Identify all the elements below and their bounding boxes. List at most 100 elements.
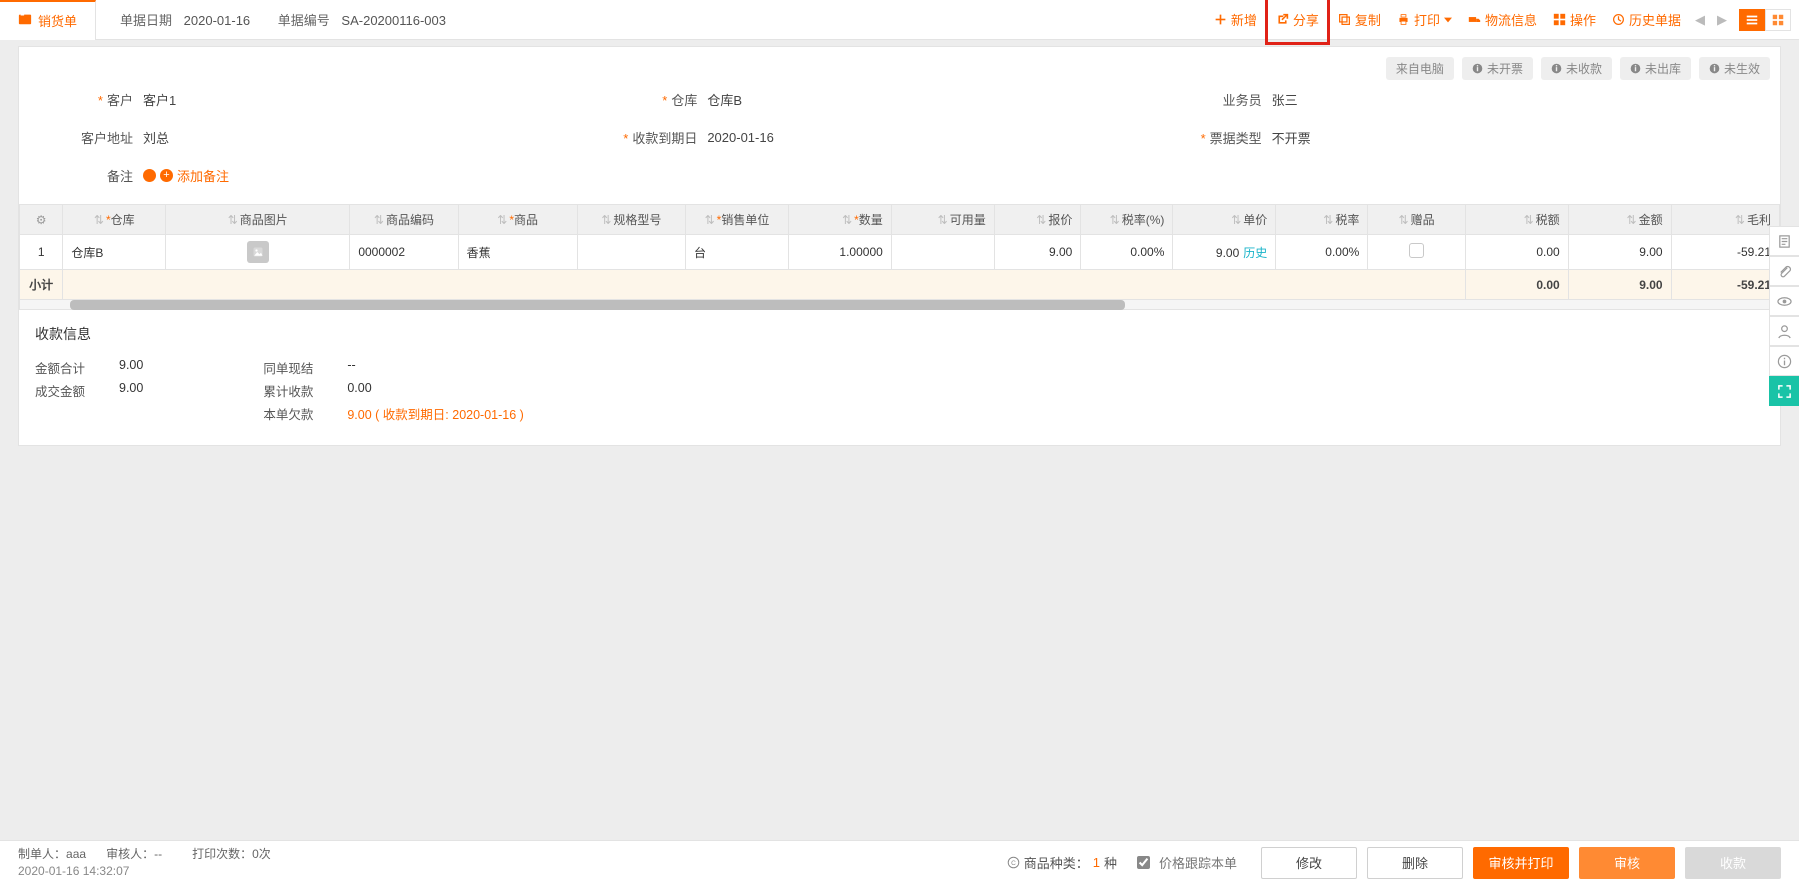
col-profit[interactable]: ⇅毛利 [1671, 205, 1779, 235]
col-product[interactable]: ⇅*商品 [458, 205, 577, 235]
acc-label: 累计收款 [263, 381, 333, 400]
history-button[interactable]: 历史单据 [1604, 0, 1689, 40]
invoice-type-label: 票据类型 [1182, 128, 1262, 147]
footer-bar: 制单人：aaa 审核人：-- 打印次数：0次 2020-01-16 14:32:… [0, 840, 1799, 884]
price-follow-checkbox[interactable]: 价格跟踪本单 [1133, 853, 1237, 872]
receive-button[interactable]: 收款 [1685, 847, 1781, 879]
cell-tax-amount: 0.00 [1465, 235, 1568, 270]
col-gear[interactable]: ⚙ [20, 205, 63, 235]
invoice-type-value: 不开票 [1272, 128, 1311, 147]
chevron-down-icon [1444, 17, 1452, 23]
col-qty[interactable]: ⇅*数量 [788, 205, 891, 235]
col-gift[interactable]: ⇅赠品 [1368, 205, 1465, 235]
col-quote[interactable]: ⇅报价 [994, 205, 1081, 235]
view-toggle [1739, 9, 1791, 31]
gift-checkbox[interactable] [1409, 243, 1424, 258]
cash-value: -- [347, 358, 355, 377]
logistics-button[interactable]: 物流信息 [1460, 0, 1545, 40]
operations-icon [1553, 13, 1566, 26]
share-button[interactable]: 分享 [1268, 0, 1327, 40]
cell-quote: 9.00 [994, 235, 1081, 270]
col-price[interactable]: ⇅单价 [1173, 205, 1276, 235]
add-remark-button[interactable]: + 添加备注 [143, 166, 229, 185]
plus-circle-icon: + [160, 169, 173, 182]
addr-value: 刘总 [143, 128, 169, 147]
col-amount[interactable]: ⇅金额 [1568, 205, 1671, 235]
warehouse-value: 仓库B [707, 90, 742, 109]
rail-attach-button[interactable] [1769, 256, 1799, 286]
active-tab[interactable]: 销货单 [0, 0, 96, 40]
col-rate[interactable]: ⇅税率(%) [1081, 205, 1173, 235]
warehouse-label: 仓库 [617, 90, 697, 109]
view-card-button[interactable] [1765, 9, 1791, 31]
rail-user-button[interactable] [1769, 316, 1799, 346]
copy-button[interactable]: 复制 [1330, 0, 1389, 40]
info-icon [1551, 63, 1562, 74]
print-icon [1397, 13, 1410, 26]
next-button[interactable]: ▶ [1711, 12, 1733, 28]
col-tax-amount[interactable]: ⇅税额 [1465, 205, 1568, 235]
expand-icon [1777, 384, 1792, 399]
cell-idx: 1 [20, 235, 63, 270]
badge-not-effective: 未生效 [1699, 57, 1770, 80]
col-warehouse[interactable]: ⇅*仓库 [63, 205, 166, 235]
cell-qty: 1.00000 [788, 235, 891, 270]
customer-value: 客户1 [143, 90, 176, 109]
list-icon [1745, 13, 1759, 27]
subtotal-tax: 0.00 [1465, 270, 1568, 300]
view-list-button[interactable] [1739, 9, 1765, 31]
salesman-label: 业务员 [1182, 90, 1262, 109]
salesman-value: 张三 [1272, 90, 1298, 109]
col-code[interactable]: ⇅商品编码 [350, 205, 458, 235]
new-button[interactable]: 新增 [1206, 0, 1265, 40]
operations-button[interactable]: 操作 [1545, 0, 1604, 40]
top-bar: 销货单 单据日期 2020-01-16 单据编号 SA-20200116-003… [0, 0, 1799, 40]
doc-date-value: 2020-01-16 [184, 13, 251, 28]
sales-order-icon [18, 12, 32, 29]
modify-button[interactable]: 修改 [1261, 847, 1357, 879]
history-icon [1612, 13, 1625, 26]
rail-expand-button[interactable] [1769, 376, 1799, 406]
card-icon [1771, 13, 1785, 27]
cell-amount: 9.00 [1568, 235, 1671, 270]
copyright-icon: C [1007, 856, 1020, 869]
cash-label: 同单现结 [263, 358, 333, 377]
product-grid: ⚙ ⇅*仓库 ⇅商品图片 ⇅商品编码 ⇅*商品 ⇅规格型号 ⇅*销售单位 ⇅*数… [19, 204, 1780, 310]
history-link[interactable]: 历史 [1243, 246, 1267, 260]
info-icon [1709, 63, 1720, 74]
subtotal-label: 小计 [20, 270, 63, 300]
prev-button[interactable]: ◀ [1689, 12, 1711, 28]
col-avail[interactable]: ⇅可用量 [891, 205, 994, 235]
audit-button[interactable]: 审核 [1579, 847, 1675, 879]
badge-source: 来自电脑 [1386, 57, 1454, 80]
share-icon [1276, 13, 1289, 26]
cell-gift[interactable] [1368, 235, 1465, 270]
grid-row[interactable]: 1 仓库B 0000002 香蕉 台 1.00000 9.00 0.00% 9.… [20, 235, 1780, 270]
footer-timestamp: 2020-01-16 14:32:07 [18, 863, 271, 880]
scrollbar-thumb[interactable] [70, 300, 1125, 310]
col-unit[interactable]: ⇅*销售单位 [686, 205, 789, 235]
rail-note-button[interactable] [1769, 226, 1799, 256]
cell-img [166, 235, 350, 270]
col-spec[interactable]: ⇅规格型号 [577, 205, 685, 235]
doc-no-label: 单据编号 [278, 13, 330, 28]
share-highlight: 分享 [1265, 0, 1330, 45]
tab-label: 销货单 [38, 11, 77, 30]
cell-product: 香蕉 [458, 235, 577, 270]
cell-code: 0000002 [350, 235, 458, 270]
delete-button[interactable]: 删除 [1367, 847, 1463, 879]
col-tax-rate[interactable]: ⇅税率 [1276, 205, 1368, 235]
copy-icon [1338, 13, 1351, 26]
audit-print-button[interactable]: 审核并打印 [1473, 847, 1569, 879]
info-icon [1777, 354, 1792, 369]
doc-no-value: SA-20200116-003 [341, 13, 446, 28]
due-value: 2020-01-16 [707, 130, 774, 145]
note-icon [1777, 234, 1792, 249]
rail-eye-button[interactable] [1769, 286, 1799, 316]
horizontal-scrollbar[interactable] [19, 300, 1780, 310]
col-img[interactable]: ⇅商品图片 [166, 205, 350, 235]
rail-info-button[interactable] [1769, 346, 1799, 376]
deal-label: 成交金额 [35, 381, 105, 400]
print-button[interactable]: 打印 [1389, 0, 1460, 40]
cell-price: 9.00历史 [1173, 235, 1276, 270]
